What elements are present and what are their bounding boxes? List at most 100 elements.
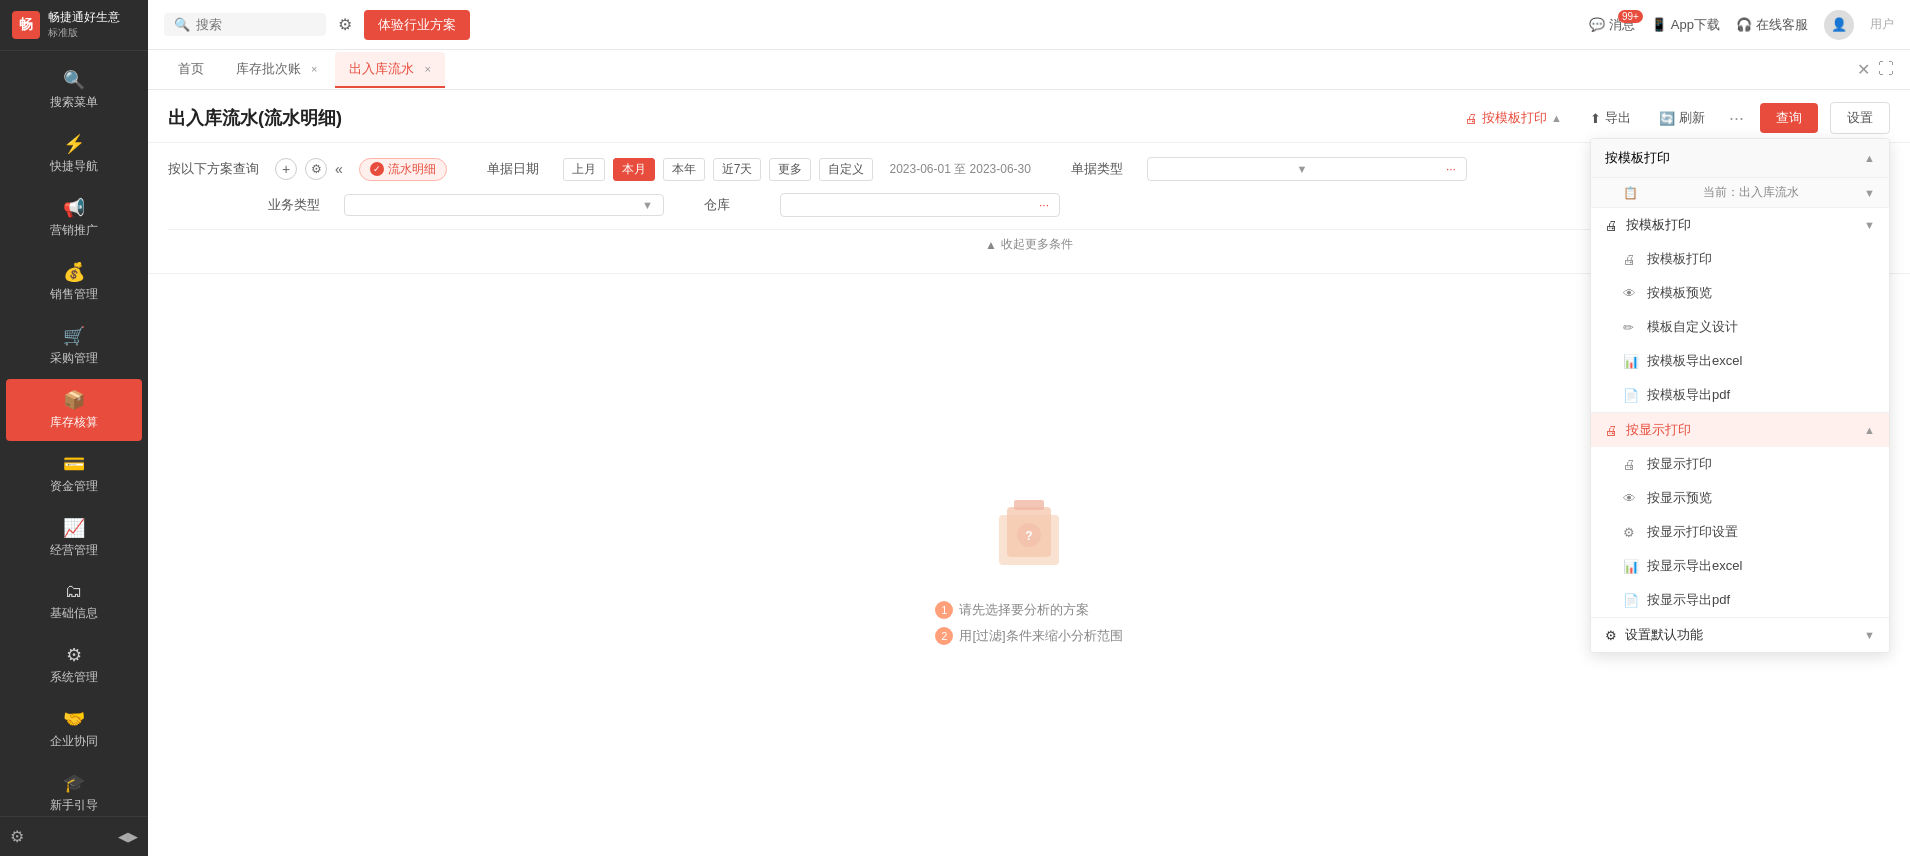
mobile-icon: 📱: [1651, 17, 1667, 32]
display-excel-item[interactable]: 📊 按显示导出excel: [1591, 549, 1889, 583]
template-customize-item[interactable]: ✏ 模板自定义设计: [1591, 310, 1889, 344]
marketing-icon: 📢: [63, 197, 85, 219]
tag-chip-label: 流水明细: [388, 161, 436, 178]
current-chevron-icon[interactable]: ▼: [1864, 187, 1875, 199]
date-this-year-btn[interactable]: 本年: [663, 158, 705, 181]
set-default-function[interactable]: ⚙ 设置默认功能 ▼: [1591, 618, 1889, 652]
online-service-link[interactable]: 🎧 在线客服: [1736, 16, 1808, 34]
tab-batch-account[interactable]: 库存批次账 ×: [222, 52, 331, 88]
template-print-header[interactable]: 🖨 按模板打印 ▼: [1591, 208, 1889, 242]
sidebar-item-label: 基础信息: [50, 605, 98, 622]
display-print-header[interactable]: 🖨 按显示打印 ▲: [1591, 413, 1889, 447]
sidebar-item-label: 搜索菜单: [50, 94, 98, 111]
svg-rect-2: [1014, 500, 1044, 510]
topbar-search-box[interactable]: 🔍: [164, 13, 326, 36]
purchase-icon: 🛒: [63, 325, 85, 347]
message-count: 99+: [1618, 10, 1643, 23]
sidebar-settings-icon[interactable]: ⚙: [10, 827, 24, 846]
user-name: 用户: [1870, 16, 1894, 33]
sidebar-item-label: 新手引导: [50, 797, 98, 814]
message-icon: 💬: [1589, 17, 1605, 32]
display-pdf-item[interactable]: 📄 按显示导出pdf: [1591, 583, 1889, 617]
sidebar-item-guide[interactable]: 🎓 新手引导: [6, 762, 142, 816]
display-excel-label: 按显示导出excel: [1647, 557, 1742, 575]
default-func-label: 设置默认功能: [1625, 626, 1703, 644]
template-excel-label: 按模板导出excel: [1647, 352, 1742, 370]
messages-badge[interactable]: 💬 消息 99+: [1589, 16, 1635, 34]
preview-icon: 👁: [1623, 286, 1639, 301]
tabbar: 首页 库存批次账 × 出入库流水 × ✕ ⛶: [148, 50, 1910, 90]
filter-action-icons: + ⚙ «: [275, 158, 343, 180]
tab-flow-close-icon[interactable]: ×: [424, 63, 430, 75]
display-pdf-label: 按显示导出pdf: [1647, 591, 1730, 609]
current-template-icon: 📋: [1623, 186, 1638, 200]
sidebar-item-operations[interactable]: 📈 经营管理: [6, 507, 142, 569]
display-print-item[interactable]: 🖨 按显示打印: [1591, 447, 1889, 481]
filter-add-button[interactable]: +: [275, 158, 297, 180]
business-type-label: 业务类型: [268, 196, 328, 214]
user-avatar[interactable]: 👤: [1824, 10, 1854, 40]
sidebar-item-marketing[interactable]: 📢 营销推广: [6, 187, 142, 249]
sidebar-item-finance[interactable]: 💳 资金管理: [6, 443, 142, 505]
avatar-icon: 👤: [1831, 17, 1847, 32]
sidebar-item-sales[interactable]: 💰 销售管理: [6, 251, 142, 313]
warehouse-more-icon[interactable]: ···: [1039, 198, 1049, 212]
template-excel-item[interactable]: 📊 按模板导出excel: [1591, 344, 1889, 378]
step-2-number: 2: [935, 627, 953, 645]
query-button[interactable]: 查询: [1760, 103, 1818, 133]
more-icon[interactable]: ···: [1729, 108, 1744, 129]
document-type-select[interactable]: ▼ ···: [1147, 157, 1467, 181]
doc-type-more-icon[interactable]: ···: [1446, 162, 1456, 176]
date-last-month-btn[interactable]: 上月: [563, 158, 605, 181]
step-1-number: 1: [935, 601, 953, 619]
template-preview-label: 按模板预览: [1647, 284, 1712, 302]
tab-batch-close-icon[interactable]: ×: [311, 63, 317, 75]
industry-solution-button[interactable]: 体验行业方案: [364, 10, 470, 40]
date-custom-btn[interactable]: 自定义: [819, 158, 873, 181]
sidebar-item-enterprise[interactable]: 🤝 企业协同: [6, 698, 142, 760]
export-button[interactable]: ⬆ 导出: [1582, 105, 1639, 131]
sidebar-collapse-icon[interactable]: ◀▶: [118, 829, 138, 844]
settings-button[interactable]: 设置: [1830, 102, 1890, 134]
template-print-item[interactable]: 🖨 按模板打印: [1591, 242, 1889, 276]
sidebar-item-label: 企业协同: [50, 733, 98, 750]
tab-home[interactable]: 首页: [164, 52, 218, 88]
topbar-gear-icon[interactable]: ⚙: [338, 15, 352, 34]
filter-settings-icon[interactable]: ⚙: [305, 158, 327, 180]
app-download-link[interactable]: 📱 App下载: [1651, 16, 1720, 34]
refresh-button[interactable]: 🔄 刷新: [1651, 105, 1713, 131]
display-preview-item[interactable]: 👁 按显示预览: [1591, 481, 1889, 515]
window-maximize-icon[interactable]: ⛶: [1878, 60, 1894, 79]
warehouse-select[interactable]: ···: [780, 193, 1060, 217]
display-print-settings-item[interactable]: ⚙ 按显示打印设置: [1591, 515, 1889, 549]
dropdown-collapse-icon[interactable]: ▲: [1864, 152, 1875, 164]
sidebar-item-system[interactable]: ⚙ 系统管理: [6, 634, 142, 696]
empty-state-illustration: ?: [979, 485, 1079, 585]
sidebar-item-inventory[interactable]: 📦 库存核算: [6, 379, 142, 441]
app-subtitle: 标准版: [48, 26, 120, 40]
filter-collapse-icon[interactable]: «: [335, 161, 343, 177]
tab-flow[interactable]: 出入库流水 ×: [335, 52, 444, 88]
search-input[interactable]: [196, 17, 316, 32]
date-this-month-btn[interactable]: 本月: [613, 158, 655, 181]
date-more-btn[interactable]: 更多: [769, 158, 811, 181]
current-template-text: 当前：出入库流水: [1703, 184, 1799, 201]
template-pdf-item[interactable]: 📄 按模板导出pdf: [1591, 378, 1889, 412]
sidebar-item-basic-info[interactable]: 🗂 基础信息: [6, 571, 142, 632]
business-type-select[interactable]: ▼: [344, 194, 664, 216]
sidebar: 畅 畅捷通好生意 标准版 🔍 搜索菜单 ⚡ 快捷导航 📢 营销推广 💰 销售管理…: [0, 0, 148, 856]
sidebar-item-shortcut[interactable]: ⚡ 快捷导航: [6, 123, 142, 185]
display-print-settings-label: 按显示打印设置: [1647, 523, 1738, 541]
guide-icon: 🎓: [63, 772, 85, 794]
sidebar-item-search[interactable]: 🔍 搜索菜单: [6, 59, 142, 121]
sidebar-item-purchase[interactable]: 🛒 采购管理: [6, 315, 142, 377]
date-7days-btn[interactable]: 近7天: [713, 158, 762, 181]
customize-icon: ✏: [1623, 320, 1639, 335]
template-print-section: 🖨 按模板打印 ▼ 🖨 按模板打印 👁 按模: [1591, 208, 1889, 412]
print-template-button[interactable]: 🖨 按模板打印 ▲: [1457, 105, 1570, 131]
refresh-icon: 🔄: [1659, 111, 1675, 126]
window-close-icon[interactable]: ✕: [1857, 60, 1870, 79]
display-preview-icon: 👁: [1623, 491, 1639, 506]
template-preview-item[interactable]: 👁 按模板预览: [1591, 276, 1889, 310]
display-print-icon: 🖨: [1623, 457, 1639, 472]
